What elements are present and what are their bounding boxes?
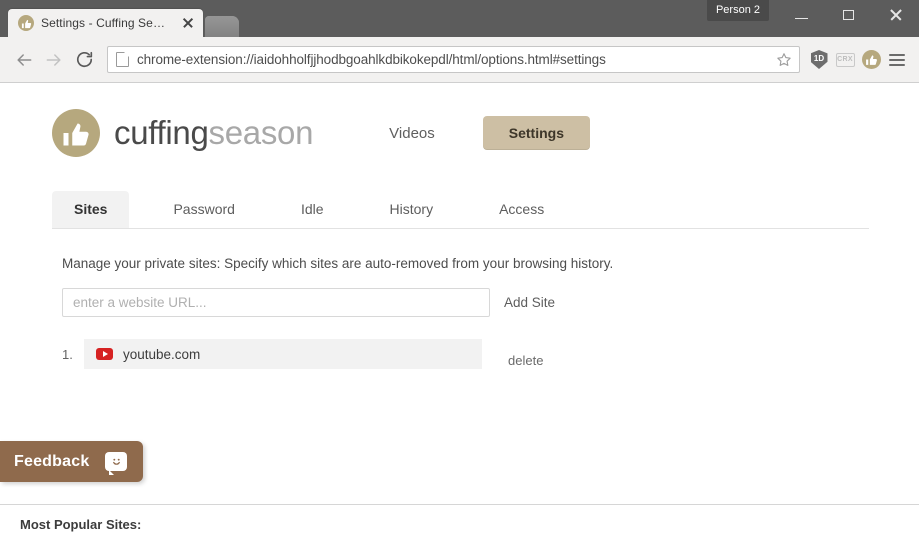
site-list-item: 1. youtube.com delete: [62, 339, 919, 369]
browser-tab[interactable]: Settings - Cuffing Season: [8, 9, 203, 37]
forward-arrow-icon[interactable]: [39, 45, 69, 75]
website-url-input[interactable]: [62, 288, 490, 317]
browser-window: Settings - Cuffing Season Person 2 chrom…: [0, 0, 919, 543]
primary-nav: Videos Settings: [385, 116, 590, 150]
crx-icon[interactable]: CRX: [832, 45, 858, 75]
thumbs-up-icon: [18, 15, 34, 31]
browser-tab-title: Settings - Cuffing Season: [41, 16, 171, 30]
title-bar: Settings - Cuffing Season Person 2: [0, 0, 919, 37]
tab-access[interactable]: Access: [477, 191, 566, 228]
feedback-tab[interactable]: Feedback: [0, 441, 144, 482]
bottom-bar: Most Popular Sites:: [0, 504, 919, 543]
window-controls: [778, 0, 919, 29]
cuffing-season-extension-icon[interactable]: [858, 45, 884, 75]
smiley-speech-bubble-icon: [105, 452, 128, 475]
back-arrow-icon[interactable]: [9, 45, 39, 75]
nav-item-videos[interactable]: Videos: [385, 119, 439, 148]
tab-password[interactable]: Password: [151, 191, 256, 228]
page-icon: [116, 51, 130, 67]
brand-word-two: season: [208, 114, 314, 151]
most-popular-sites-label: Most Popular Sites:: [20, 516, 142, 532]
close-window-button[interactable]: [872, 0, 919, 29]
reload-icon[interactable]: [69, 45, 99, 75]
settings-tab-bar: Sites Password Idle History Access: [52, 191, 869, 229]
profile-chip[interactable]: Person 2: [706, 0, 769, 21]
tab-idle[interactable]: Idle: [279, 191, 346, 228]
feedback-label: Feedback: [14, 452, 90, 470]
address-bar[interactable]: chrome-extension://iaidohholfjjhodbgoahl…: [107, 46, 800, 73]
tab-strip: Settings - Cuffing Season: [0, 0, 239, 37]
site-name-label: youtube.com: [123, 346, 201, 362]
tab-close-icon[interactable]: [181, 16, 195, 30]
add-site-button[interactable]: Add Site: [504, 295, 555, 310]
site-entry[interactable]: youtube.com: [84, 339, 482, 369]
thumbs-up-logo-icon: [52, 109, 100, 157]
site-header: cuffingseason Videos Settings: [0, 83, 919, 157]
new-tab-button[interactable]: [205, 16, 239, 37]
delete-site-button[interactable]: delete: [508, 353, 543, 369]
add-site-row: Add Site: [62, 288, 919, 317]
browser-toolbar: chrome-extension://iaidohholfjjhodbgoahl…: [0, 37, 919, 83]
site-index-label: 1.: [62, 346, 73, 362]
brand-wordmark: cuffingseason: [114, 114, 313, 152]
star-icon[interactable]: [775, 51, 793, 69]
nav-item-settings[interactable]: Settings: [482, 116, 590, 150]
youtube-favicon: [96, 348, 113, 360]
maximize-button[interactable]: [825, 0, 872, 29]
page-content: cuffingseason Videos Settings Sites Pass…: [0, 83, 919, 543]
tab-sites[interactable]: Sites: [52, 191, 130, 228]
hamburger-menu-icon[interactable]: [884, 45, 910, 75]
sites-description: Manage your private sites: Specify which…: [62, 256, 614, 271]
shield-icon[interactable]: 1D: [806, 45, 832, 75]
minimize-button[interactable]: [778, 0, 825, 29]
address-bar-url: chrome-extension://iaidohholfjjhodbgoahl…: [137, 52, 606, 67]
brand-word-one: cuffing: [114, 114, 209, 151]
tab-history[interactable]: History: [368, 191, 456, 228]
